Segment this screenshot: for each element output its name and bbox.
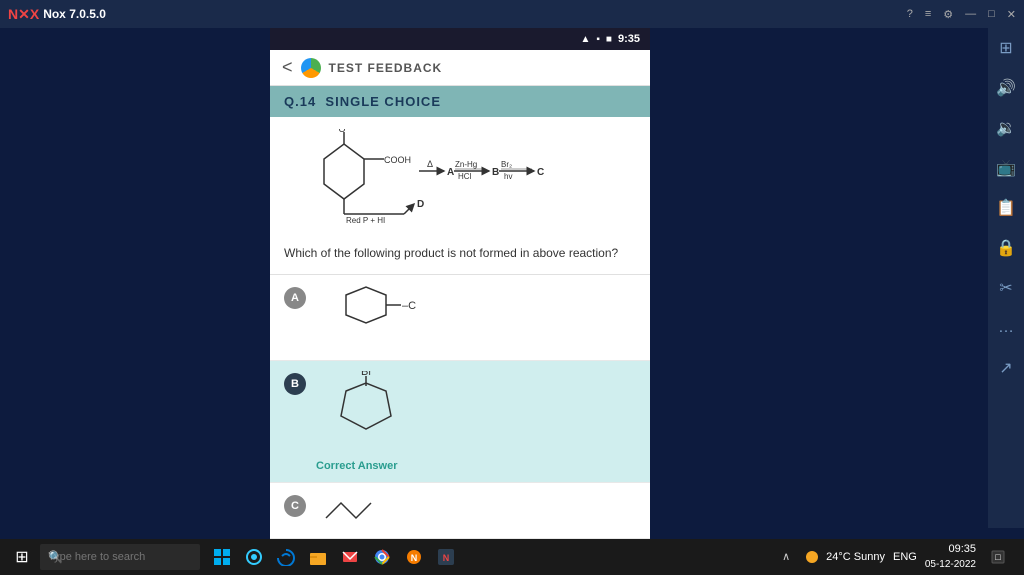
question-text: Which of the following product is not fo… bbox=[284, 244, 636, 262]
status-bar: ▲ ▪ ■ 9:35 bbox=[270, 28, 650, 50]
tray-arrow-icon[interactable]: ∧ bbox=[782, 550, 790, 563]
sidebar-more-icon[interactable]: … bbox=[994, 316, 1018, 340]
option-b[interactable]: B Br Correct Answer bbox=[270, 361, 650, 483]
option-c[interactable]: C bbox=[270, 483, 650, 539]
settings-btn[interactable]: ⚙ bbox=[943, 8, 953, 21]
svg-text:□: □ bbox=[995, 552, 1001, 562]
svg-text:Red P + HI: Red P + HI bbox=[346, 216, 385, 225]
right-sidebar: ⊞ 🔊 🔉 📺 📋 🔒 ✂ … ↗ bbox=[988, 28, 1024, 528]
option-a[interactable]: A –CH₃ bbox=[270, 275, 650, 361]
svg-text:hv: hv bbox=[504, 172, 512, 181]
correct-answer-label: Correct Answer bbox=[316, 460, 636, 472]
taskbar-mail-icon[interactable] bbox=[336, 543, 364, 571]
taskbar-right: ∧ 24°C Sunny ENG 09:35 05-12-2022 □ bbox=[774, 542, 1020, 571]
taskbar-edge-icon[interactable] bbox=[272, 543, 300, 571]
taskbar-app-icons: N N bbox=[208, 543, 460, 571]
menu-btn[interactable]: ≡ bbox=[925, 8, 931, 20]
svg-text:–CH₃: –CH₃ bbox=[402, 300, 416, 312]
minimize-btn[interactable]: — bbox=[965, 8, 976, 20]
svg-text:HCl: HCl bbox=[458, 172, 472, 181]
svg-text:Δ: Δ bbox=[427, 159, 433, 169]
taskbar-orange-icon[interactable]: N bbox=[400, 543, 428, 571]
option-c-label: C bbox=[284, 495, 306, 517]
maximize-btn[interactable]: □ bbox=[988, 8, 995, 20]
top-nav: < TEST FEEDBACK bbox=[270, 50, 650, 86]
help-btn[interactable]: ? bbox=[907, 8, 913, 20]
title-bar: N✕X Nox 7.0.5.0 ? ≡ ⚙ — □ ✕ bbox=[0, 0, 1024, 28]
svg-text:A: A bbox=[447, 167, 454, 178]
app-title: Nox 7.0.5.0 bbox=[43, 7, 106, 21]
back-button[interactable]: < bbox=[282, 57, 293, 78]
question-number: Q.14 SINGLE CHOICE bbox=[284, 94, 441, 109]
taskbar-windows-icon[interactable] bbox=[208, 543, 236, 571]
taskbar-nox-icon[interactable]: N bbox=[432, 543, 460, 571]
svg-text:O: O bbox=[338, 129, 345, 134]
taskbar-time: 09:35 bbox=[925, 542, 976, 557]
battery-icon: ■ bbox=[606, 34, 612, 45]
weather-icon bbox=[806, 551, 818, 563]
taskbar-chrome-icon[interactable] bbox=[368, 543, 396, 571]
svg-text:D: D bbox=[417, 199, 424, 210]
status-time: 9:35 bbox=[618, 33, 640, 45]
taskbar-clock: 09:35 05-12-2022 bbox=[925, 542, 976, 571]
app-content: < TEST FEEDBACK Q.14 SINGLE CHOICE O bbox=[270, 50, 650, 548]
sidebar-external-link-icon[interactable]: ↗ bbox=[994, 356, 1018, 380]
close-btn[interactable]: ✕ bbox=[1007, 8, 1016, 21]
sidebar-lock-icon[interactable]: 🔒 bbox=[994, 236, 1018, 260]
question-header: Q.14 SINGLE CHOICE bbox=[270, 86, 650, 117]
sidebar-volume-up-icon[interactable]: 🔊 bbox=[994, 76, 1018, 100]
nox-icon: N✕X bbox=[8, 6, 39, 23]
taskbar-date: 05-12-2022 bbox=[925, 558, 976, 572]
svg-text:C: C bbox=[537, 167, 544, 178]
svg-text:Zn-Hg: Zn-Hg bbox=[455, 160, 477, 169]
svg-text:B: B bbox=[492, 167, 499, 178]
notification-icon[interactable]: □ bbox=[984, 543, 1012, 571]
chemistry-diagram: O COOH Δ A Zn-Hg HCl B bbox=[284, 129, 636, 234]
sidebar-clipboard-icon[interactable]: 📋 bbox=[994, 196, 1018, 220]
question-body: O COOH Δ A Zn-Hg HCl B bbox=[270, 117, 650, 275]
app-logo: N✕X Nox 7.0.5.0 bbox=[8, 6, 106, 23]
signal-icon: ▪ bbox=[596, 34, 600, 45]
phone-screen: ▲ ▪ ■ 9:35 < TEST FEEDBACK Q.14 SINGLE C… bbox=[270, 28, 650, 548]
taskbar-search-input[interactable] bbox=[40, 544, 200, 570]
sidebar-cut-icon[interactable]: ✂ bbox=[994, 276, 1018, 300]
weather-text: 24°C Sunny bbox=[826, 551, 885, 563]
sidebar-screenshot-icon[interactable]: ⊞ bbox=[994, 36, 1018, 60]
taskbar-cortana-icon[interactable] bbox=[240, 543, 268, 571]
option-a-content: –CH₃ bbox=[316, 285, 636, 350]
option-a-label: A bbox=[284, 287, 306, 309]
svg-text:Br₂: Br₂ bbox=[501, 160, 512, 169]
svg-text:N: N bbox=[411, 553, 418, 563]
sidebar-display-icon[interactable]: 📺 bbox=[994, 156, 1018, 180]
start-button[interactable]: ⊞ bbox=[4, 539, 40, 575]
option-b-label: B bbox=[284, 373, 306, 395]
title-bar-controls: ? ≡ ⚙ — □ ✕ bbox=[907, 8, 1016, 21]
tray-eng-label: ENG bbox=[893, 551, 917, 563]
taskbar-explorer-icon[interactable] bbox=[304, 543, 332, 571]
svg-text:COOH: COOH bbox=[384, 155, 411, 165]
option-c-content bbox=[316, 493, 636, 528]
sidebar-volume-down-icon[interactable]: 🔉 bbox=[994, 116, 1018, 140]
svg-text:Br: Br bbox=[361, 371, 372, 378]
app-nav-logo bbox=[301, 58, 321, 78]
svg-text:N: N bbox=[443, 553, 450, 563]
taskbar: ⊞ 🔍 bbox=[0, 539, 1024, 575]
system-tray: ∧ bbox=[774, 550, 798, 563]
nav-title: TEST FEEDBACK bbox=[329, 61, 443, 75]
wifi-icon: ▲ bbox=[580, 34, 590, 45]
option-b-content: Br Correct Answer bbox=[316, 371, 636, 472]
